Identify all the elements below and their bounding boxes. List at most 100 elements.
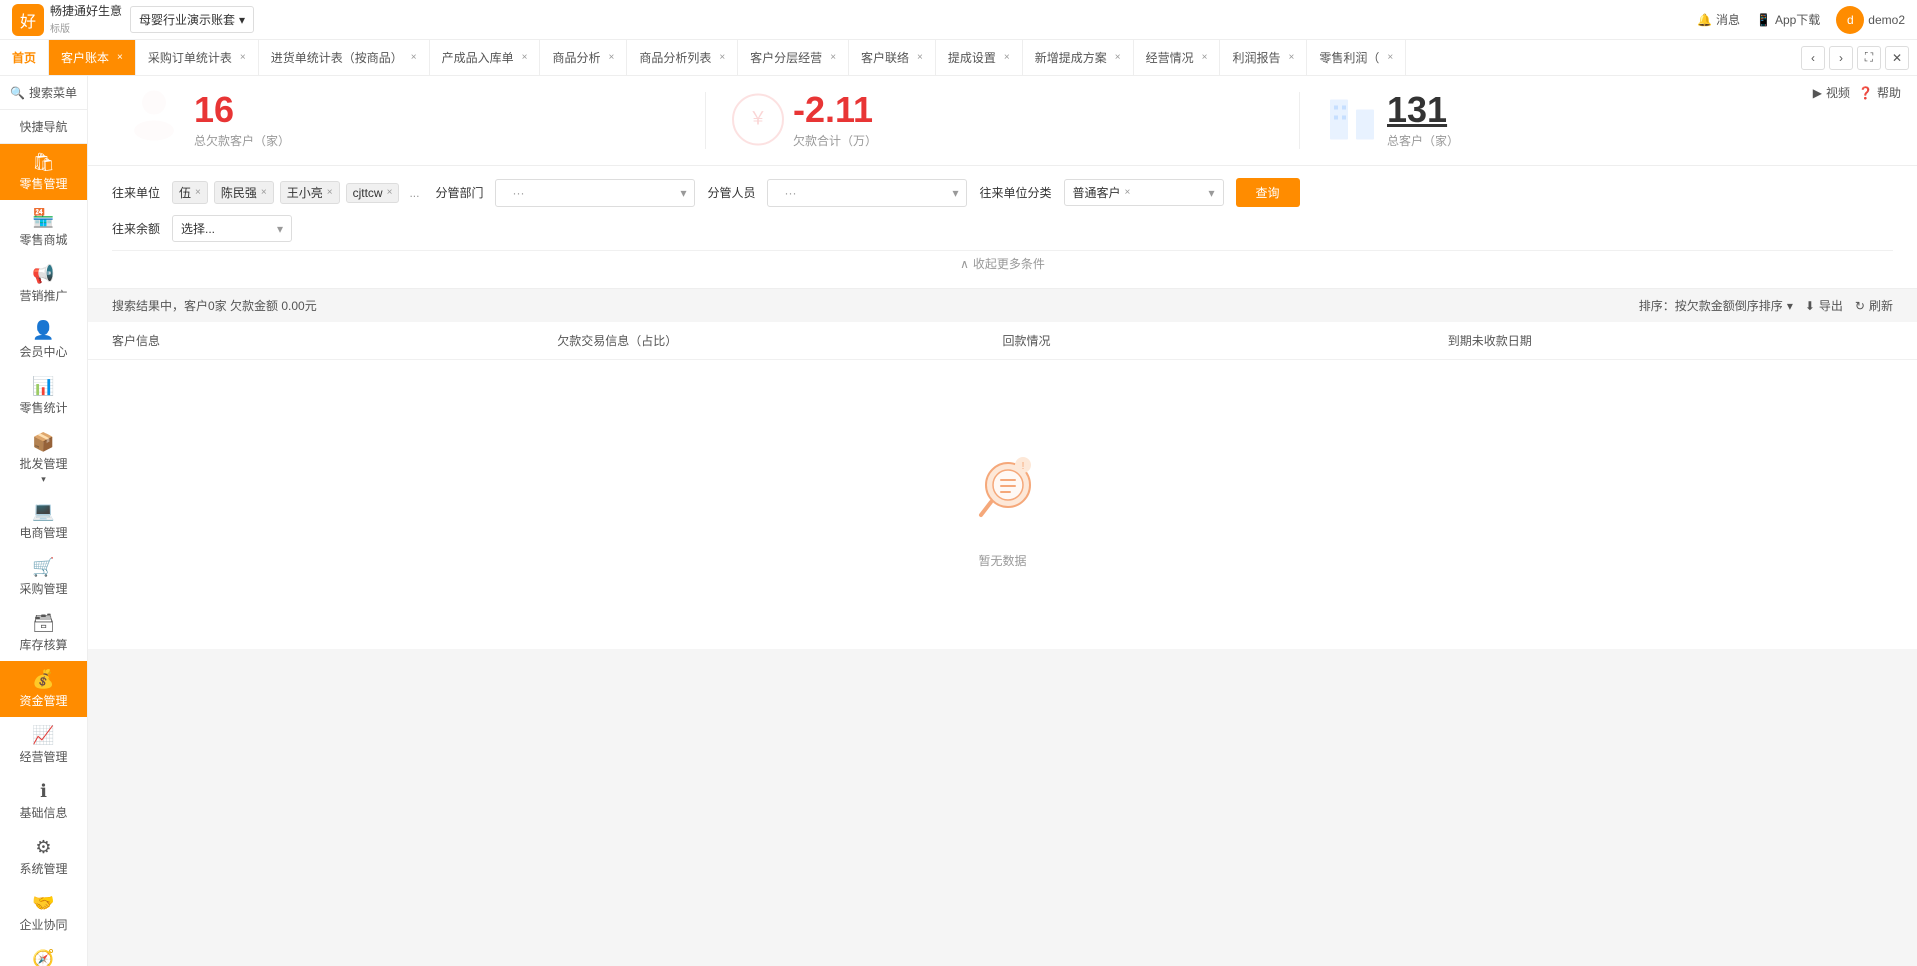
sidebar-item-marketing[interactable]: 📢 营销推广	[0, 256, 87, 312]
tab-customer-contact-close[interactable]: ×	[917, 52, 923, 63]
tab-product-analysis-list[interactable]: 商品分析列表 ×	[627, 40, 738, 76]
category-select[interactable]: 普通客户 × ▾	[1064, 179, 1224, 206]
user-profile[interactable]: d demo2	[1836, 6, 1905, 34]
sidebar-item-ecommerce[interactable]: 💻 电商管理	[0, 493, 87, 549]
nav-close-all-button[interactable]: ✕	[1885, 46, 1909, 70]
finance-icon: 💰	[32, 669, 54, 690]
filter-tag-wang-close[interactable]: ×	[327, 187, 333, 198]
nav-tabs: 首页 客户账本 × 采购订单统计表 × 进货单统计表（按商品） × 产成品入库单…	[0, 40, 1917, 76]
result-summary: 搜索结果中，客户0家 欠款金额 0.00元	[112, 297, 317, 314]
refresh-button[interactable]: ↻ 刷新	[1855, 297, 1893, 314]
env-selector[interactable]: 母婴行业演示账套 ▾	[130, 6, 254, 33]
nav-expand-button[interactable]: ⛶	[1857, 46, 1881, 70]
filter-tag-cjttcw-close[interactable]: ×	[387, 187, 393, 198]
sidebar-item-retail-stats[interactable]: 📊 零售统计	[0, 368, 87, 424]
tab-customer-account[interactable]: 客户账本 ×	[49, 40, 136, 76]
table-col-repayment: 回款情况	[1003, 332, 1448, 349]
sidebar-item-enterprise-collab[interactable]: 🤝 企业协同	[0, 885, 87, 941]
tab-customer-tier-close[interactable]: ×	[830, 52, 836, 63]
refresh-icon: ↻	[1855, 299, 1865, 313]
tab-product-analysis-close[interactable]: ×	[608, 52, 614, 63]
sidebar-item-new-guide[interactable]: 🧭 新手引导	[0, 941, 87, 966]
tab-retail-profit-close[interactable]: ×	[1387, 52, 1393, 63]
filter-tag-wu-close[interactable]: ×	[195, 187, 201, 198]
retail-mgmt-icon: 🛍	[32, 152, 55, 173]
sidebar-item-purchase-mgmt-label: 采购管理	[19, 580, 67, 597]
sidebar-item-system-mgmt-label: 系统管理	[19, 860, 67, 877]
tab-purchase-stats-label: 进货单统计表（按商品）	[271, 49, 403, 66]
search-button[interactable]: 查询	[1236, 178, 1300, 207]
sidebar-item-wholesale-mgmt[interactable]: 📦 批发管理 ▾	[0, 424, 87, 493]
sidebar-item-basic-info[interactable]: ℹ 基础信息	[0, 773, 87, 829]
sidebar-item-wholesale-mgmt-label: 批发管理	[19, 455, 67, 472]
tab-customer-contact[interactable]: 客户联络 ×	[849, 40, 936, 76]
sidebar-item-enterprise-collab-label: 企业协同	[19, 916, 67, 933]
filter-row-2: 往来余额 选择... ▾	[112, 215, 1893, 242]
tab-product-analysis[interactable]: 商品分析 ×	[540, 40, 627, 76]
nav-controls: ‹ › ⛶ ✕	[1801, 46, 1917, 70]
person-select[interactable]: ··· ▾	[767, 179, 967, 207]
tab-business-status[interactable]: 经营情况 ×	[1134, 40, 1221, 76]
tab-purchase-order[interactable]: 采购订单统计表 ×	[136, 40, 259, 76]
tab-home[interactable]: 首页	[0, 40, 49, 76]
sidebar-item-basic-info-label: 基础信息	[19, 804, 67, 821]
tab-purchase-stats-close[interactable]: ×	[411, 52, 417, 63]
sidebar-item-system-mgmt[interactable]: ⚙ 系统管理	[0, 829, 87, 885]
export-button[interactable]: ⬇ 导出	[1805, 297, 1843, 314]
sidebar-item-member-center[interactable]: 👤 会员中心	[0, 312, 87, 368]
tab-new-commission[interactable]: 新增提成方案 ×	[1023, 40, 1134, 76]
app-download-button[interactable]: 📱 App下载	[1756, 11, 1820, 28]
tab-purchase-stats[interactable]: 进货单统计表（按商品） ×	[259, 40, 430, 76]
collapse-filters-button[interactable]: ∧ 收起更多条件	[112, 250, 1893, 276]
tab-profit-report-close[interactable]: ×	[1288, 52, 1294, 63]
sidebar-item-ecommerce-label: 电商管理	[19, 524, 67, 541]
sidebar-item-business-mgmt[interactable]: 📈 经营管理	[0, 717, 87, 773]
sidebar-search-label: 搜索菜单	[29, 84, 77, 101]
tab-profit-report[interactable]: 利润报告 ×	[1220, 40, 1307, 76]
member-icon: 👤	[32, 320, 54, 341]
dept-select[interactable]: ··· ▾	[495, 179, 695, 207]
stat-all-customers-number: 131	[1332, 92, 1861, 128]
sidebar-item-retail-mall[interactable]: 🏪 零售商城	[0, 200, 87, 256]
tab-customer-tier[interactable]: 客户分层经营 ×	[738, 40, 849, 76]
tab-finished-product-close[interactable]: ×	[522, 52, 528, 63]
tab-purchase-order-label: 采购订单统计表	[148, 49, 232, 66]
tab-commission-settings[interactable]: 提成设置 ×	[936, 40, 1023, 76]
sidebar-item-business-mgmt-label: 经营管理	[19, 748, 67, 765]
balance-select-placeholder: 选择...	[181, 220, 215, 237]
sidebar-item-purchase-mgmt[interactable]: 🛒 采购管理	[0, 549, 87, 605]
filter-bar: 往来单位 伍 × 陈民强 × 王小亮 × cjttcw	[88, 166, 1917, 289]
tab-customer-account-close[interactable]: ×	[117, 52, 123, 63]
person-select-more[interactable]: ···	[780, 184, 800, 202]
tab-product-analysis-list-close[interactable]: ×	[719, 52, 725, 63]
tab-business-status-close[interactable]: ×	[1202, 52, 1208, 63]
sidebar-item-retail-mgmt[interactable]: 🛍 零售管理	[0, 144, 87, 200]
filter-more-tags[interactable]: ...	[405, 184, 423, 202]
stats-bar: ▶ 视频 ❓ 帮助 16 总	[88, 76, 1917, 166]
result-bar: 搜索结果中，客户0家 欠款金额 0.00元 排序：按欠款金额倒序排序 ▾ ⬇ 导…	[88, 289, 1917, 322]
partner-tags: 伍 × 陈民强 × 王小亮 × cjttcw × ...	[172, 181, 423, 204]
tab-purchase-order-close[interactable]: ×	[240, 52, 246, 63]
nav-next-button[interactable]: ›	[1829, 46, 1853, 70]
sidebar-search[interactable]: 🔍 搜索菜单	[0, 76, 87, 110]
tab-retail-profit[interactable]: 零售利润（ ×	[1307, 40, 1406, 76]
sidebar-item-member-center-label: 会员中心	[19, 343, 67, 360]
sidebar-item-finance-mgmt[interactable]: 💰 资金管理	[0, 661, 87, 717]
tab-new-commission-close[interactable]: ×	[1115, 52, 1121, 63]
guide-icon: 🧭	[32, 949, 54, 966]
messages-button[interactable]: 🔔 消息	[1697, 11, 1740, 28]
sidebar-item-retail-stats-label: 零售统计	[19, 399, 67, 416]
tab-commission-settings-close[interactable]: ×	[1004, 52, 1010, 63]
tab-finished-product-label: 产成品入库单	[442, 49, 514, 66]
dept-select-more[interactable]: ···	[508, 184, 528, 202]
tab-finished-product[interactable]: 产成品入库单 ×	[430, 40, 541, 76]
sort-select[interactable]: 排序：按欠款金额倒序排序 ▾	[1639, 297, 1793, 314]
sidebar-item-inventory[interactable]: 🗃 库存核算	[0, 605, 87, 661]
balance-select[interactable]: 选择... ▾	[172, 215, 292, 242]
filter-tag-chen-close[interactable]: ×	[261, 187, 267, 198]
sidebar-quick-nav[interactable]: 快捷导航	[0, 110, 87, 144]
nav-prev-button[interactable]: ‹	[1801, 46, 1825, 70]
wholesale-icon: 📦	[32, 432, 54, 453]
debt-bg-icon: ￥	[728, 89, 788, 149]
category-tag-close[interactable]: ×	[1125, 187, 1131, 198]
